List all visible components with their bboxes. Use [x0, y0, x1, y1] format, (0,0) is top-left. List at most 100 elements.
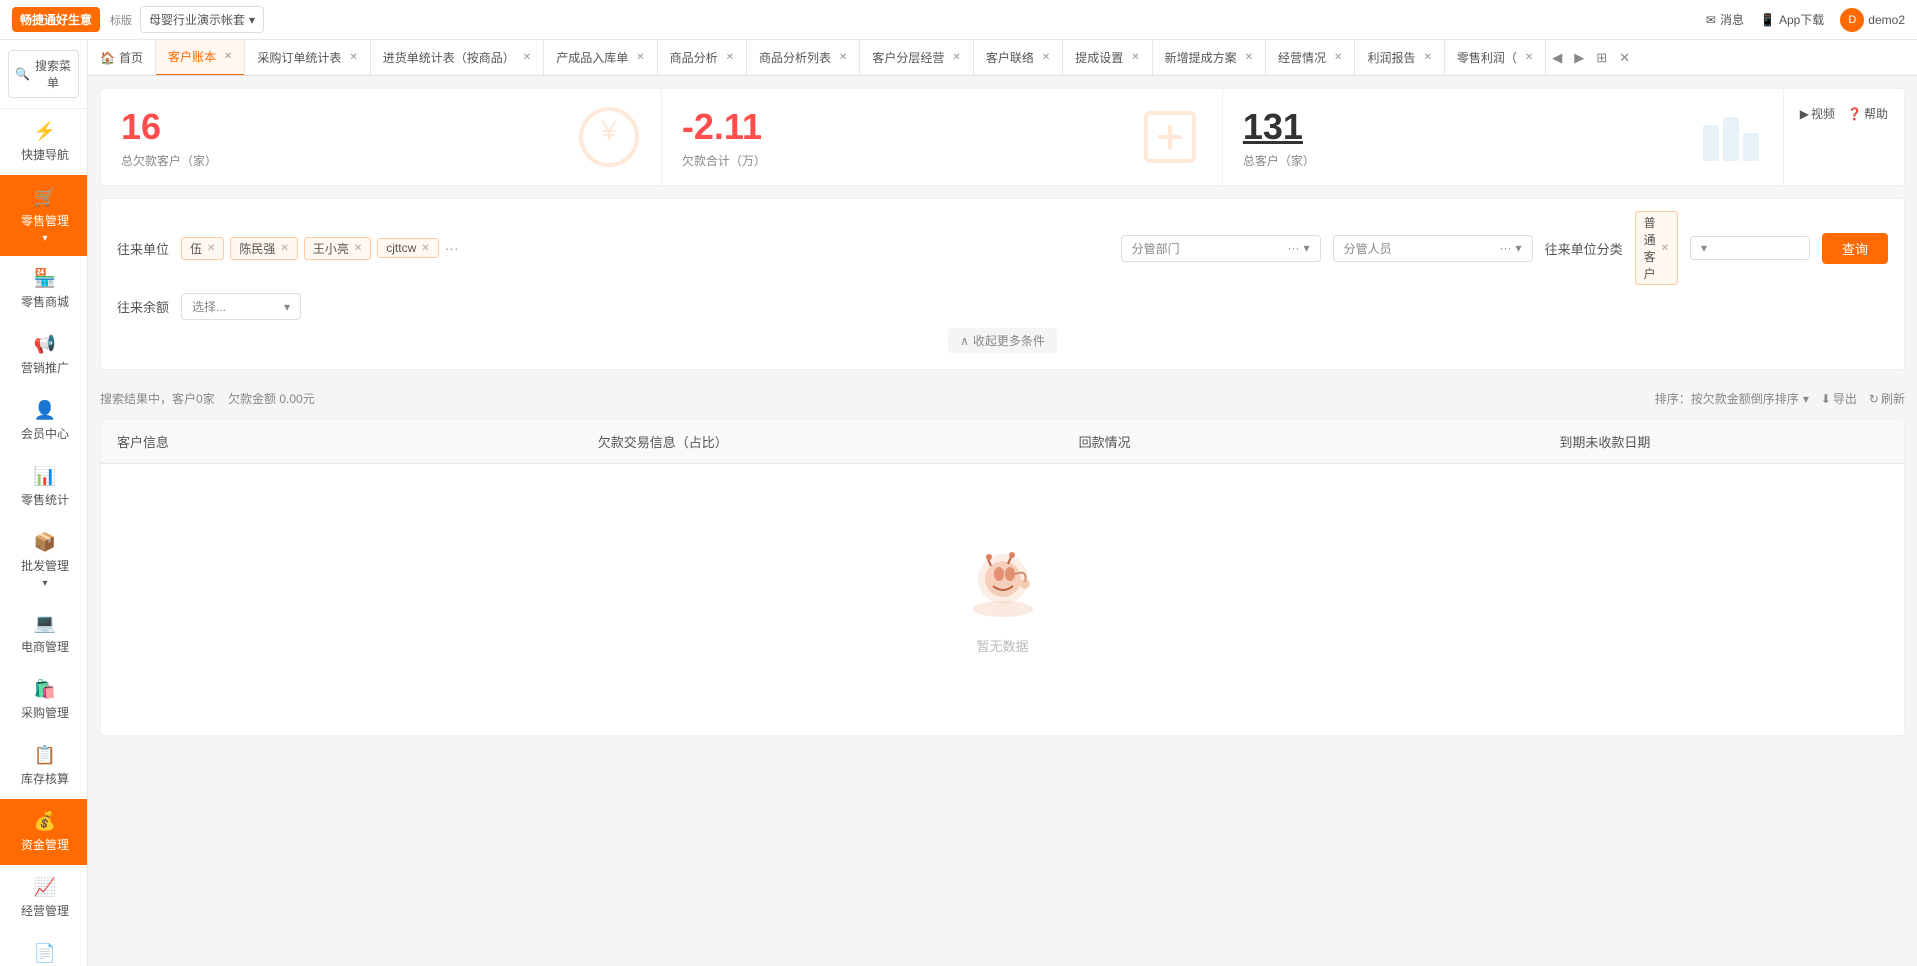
tab-customer-contact-label: 客户联络 — [986, 49, 1034, 66]
sidebar-item-label-retail-mall: 零售商城 — [21, 293, 69, 310]
sidebar-item-retail[interactable]: 🛒 零售管理 ▾ — [0, 175, 87, 256]
dept-chevron-icon: ▾ — [1304, 241, 1310, 255]
tab-profit-report[interactable]: 利润报告 ✕ — [1355, 40, 1444, 76]
stat-value-total-customers: 131 — [1243, 105, 1763, 148]
balance-select[interactable]: 选择... ▾ — [181, 293, 301, 320]
logo-text: 畅捷通好生意 — [20, 11, 92, 28]
app-download-btn[interactable]: 📱 App下载 — [1760, 11, 1824, 28]
chevron-down-icon: ▾ — [249, 13, 255, 27]
collapse-btn[interactable]: ∧ 收起更多条件 — [948, 328, 1057, 353]
tab-product-analysis[interactable]: 商品分析 ✕ — [658, 40, 747, 76]
top-bar: 畅捷通好生意 标版 母婴行业演示帐套 ▾ ✉ 消息 📱 App下载 D demo… — [0, 0, 1917, 40]
sidebar-item-wholesale[interactable]: 📦 批发管理 ▾ — [0, 520, 87, 601]
dept-filter-select[interactable]: 分管部门 ··· ▾ — [1121, 235, 1321, 262]
sidebar-item-basic-info[interactable]: 📄 基础信息 — [0, 931, 87, 966]
sidebar-item-retail-stats[interactable]: 📊 零售统计 — [0, 454, 87, 520]
sort-select[interactable]: 排序：按欠款金额倒序排序 ▾ — [1655, 390, 1809, 407]
unit-category-select[interactable]: ▾ — [1690, 236, 1810, 260]
tab-customer-layer-label: 客户分层经营 — [872, 49, 944, 66]
tab-customer-layer-close[interactable]: ✕ — [952, 52, 960, 63]
person-filter-select[interactable]: 分管人员 ··· ▾ — [1333, 235, 1533, 262]
workspace-name: 母婴行业演示帐套 — [149, 11, 245, 28]
unit-tag-chen-close[interactable]: ✕ — [280, 243, 288, 254]
th-customer-info: 客户信息 — [101, 420, 582, 463]
tab-new-promote[interactable]: 新增提成方案 ✕ — [1153, 40, 1266, 76]
tab-home[interactable]: 🏠 首页 — [88, 40, 156, 76]
sidebar-item-purchase[interactable]: 🛍️ 采购管理 — [0, 667, 87, 733]
sidebar-item-member[interactable]: 👤 会员中心 — [0, 388, 87, 454]
sidebar-item-ecommerce[interactable]: 💻 电商管理 — [0, 601, 87, 667]
user-area[interactable]: D demo2 — [1840, 8, 1905, 32]
tab-customer-contact-close[interactable]: ✕ — [1042, 52, 1050, 63]
sidebar-item-label-inventory: 库存核算 — [21, 770, 69, 787]
tab-stock-stats-close[interactable]: ✕ — [523, 52, 531, 63]
unit-tag-wu-close[interactable]: ✕ — [207, 243, 215, 254]
sidebar-item-marketing[interactable]: 📢 营销推广 — [0, 322, 87, 388]
tab-retail-profit-close[interactable]: ✕ — [1525, 52, 1533, 63]
tab-purchase-order-close[interactable]: ✕ — [349, 52, 357, 63]
video-icon: ▶ — [1800, 107, 1809, 121]
sidebar-item-quick-nav[interactable]: ⚡ 快捷导航 — [0, 109, 87, 175]
tab-cost-in-close[interactable]: ✕ — [636, 52, 644, 63]
refresh-btn[interactable]: ↻ 刷新 — [1869, 390, 1905, 407]
tab-bar: 🏠 首页 客户账本 ✕ 采购订单统计表 ✕ 进货单统计表（按商品） ✕ 产成品入… — [88, 40, 1917, 76]
collapse-label: 收起更多条件 — [973, 332, 1045, 349]
export-btn[interactable]: ⬇ 导出 — [1821, 390, 1857, 407]
person-filter-dots: ··· — [1500, 241, 1512, 255]
sidebar-item-finance[interactable]: 💰 资金管理 — [0, 799, 87, 865]
video-label: 视频 — [1811, 105, 1835, 122]
tab-retail-profit[interactable]: 零售利润（ ✕ — [1445, 40, 1546, 76]
stat-icon-debt-amount — [1138, 105, 1202, 169]
sidebar-item-label-quick-nav: 快捷导航 — [21, 146, 69, 163]
sort-chevron-icon: ▾ — [1803, 392, 1809, 406]
unit-category-select-chevron: ▾ — [1701, 241, 1707, 255]
unit-tag-wang-close[interactable]: ✕ — [354, 243, 362, 254]
stat-value-debt-customers: 16 — [121, 105, 641, 148]
svg-text:¥: ¥ — [600, 115, 617, 146]
unit-tags-more[interactable]: ··· — [445, 240, 459, 256]
workspace-selector[interactable]: 母婴行业演示帐套 ▾ — [140, 6, 264, 33]
tab-purchase-order[interactable]: 采购订单统计表 ✕ — [245, 40, 370, 76]
sidebar-item-inventory[interactable]: 📋 库存核算 — [0, 733, 87, 799]
tab-product-analysis-list-close[interactable]: ✕ — [839, 52, 847, 63]
sidebar-item-business-mgmt[interactable]: 📈 经营管理 — [0, 865, 87, 931]
tab-new-promote-close[interactable]: ✕ — [1245, 52, 1253, 63]
tab-nav-right[interactable]: ▶ — [1568, 50, 1590, 66]
tab-customer-contact[interactable]: 客户联络 ✕ — [974, 40, 1063, 76]
stat-value-debt-amount: -2.11 — [682, 105, 1202, 148]
message-btn[interactable]: ✉ 消息 — [1706, 11, 1744, 28]
export-label: 导出 — [1833, 390, 1857, 407]
help-icon: ❓ — [1847, 107, 1862, 121]
video-btn[interactable]: ▶ 视频 — [1800, 105, 1835, 122]
query-btn[interactable]: 查询 — [1822, 233, 1888, 264]
tab-business-status-close[interactable]: ✕ — [1334, 52, 1342, 63]
tab-product-analysis-close[interactable]: ✕ — [726, 52, 734, 63]
tab-new-promote-label: 新增提成方案 — [1165, 49, 1237, 66]
app-download-label: App下载 — [1779, 11, 1824, 28]
tab-product-analysis-list[interactable]: 商品分析列表 ✕ — [747, 40, 860, 76]
tab-nav-expand[interactable]: ⊞ — [1590, 50, 1613, 66]
help-btn[interactable]: ❓ 帮助 — [1847, 105, 1888, 122]
unit-category-tag-normal-close[interactable]: ✕ — [1661, 243, 1669, 254]
dept-filter-label-inner: 分管部门 — [1132, 240, 1180, 257]
empty-label: 暂无数据 — [976, 636, 1028, 655]
sidebar-item-retail-mall[interactable]: 🏪 零售商城 — [0, 256, 87, 322]
tab-customer-layer[interactable]: 客户分层经营 ✕ — [860, 40, 973, 76]
tab-customer-account-close[interactable]: ✕ — [224, 51, 232, 62]
tab-home-label: 首页 — [119, 49, 143, 66]
unit-tag-cjttcw-close[interactable]: ✕ — [421, 243, 429, 254]
tab-nav-left[interactable]: ◀ — [1546, 50, 1568, 66]
tab-customer-account[interactable]: 客户账本 ✕ — [156, 40, 245, 76]
search-menu-btn[interactable]: 🔍 搜索菜单 — [8, 50, 79, 98]
sidebar-item-label-purchase: 采购管理 — [21, 704, 69, 721]
tab-stock-stats[interactable]: 进货单统计表（按商品） ✕ — [371, 40, 544, 76]
tab-cost-in[interactable]: 产成品入库单 ✕ — [544, 40, 657, 76]
tab-promote-settings[interactable]: 提成设置 ✕ — [1063, 40, 1152, 76]
search-menu-label: 搜索菜单 — [34, 57, 72, 91]
th-overdue-date: 到期未收款日期 — [1543, 420, 1904, 463]
result-amount: 欠款金额 0.00元 — [228, 392, 315, 406]
tab-business-status[interactable]: 经营情况 ✕ — [1266, 40, 1355, 76]
tab-nav-close-all[interactable]: ✕ — [1613, 50, 1636, 66]
tab-promote-settings-close[interactable]: ✕ — [1131, 52, 1139, 63]
tab-profit-report-close[interactable]: ✕ — [1423, 52, 1431, 63]
